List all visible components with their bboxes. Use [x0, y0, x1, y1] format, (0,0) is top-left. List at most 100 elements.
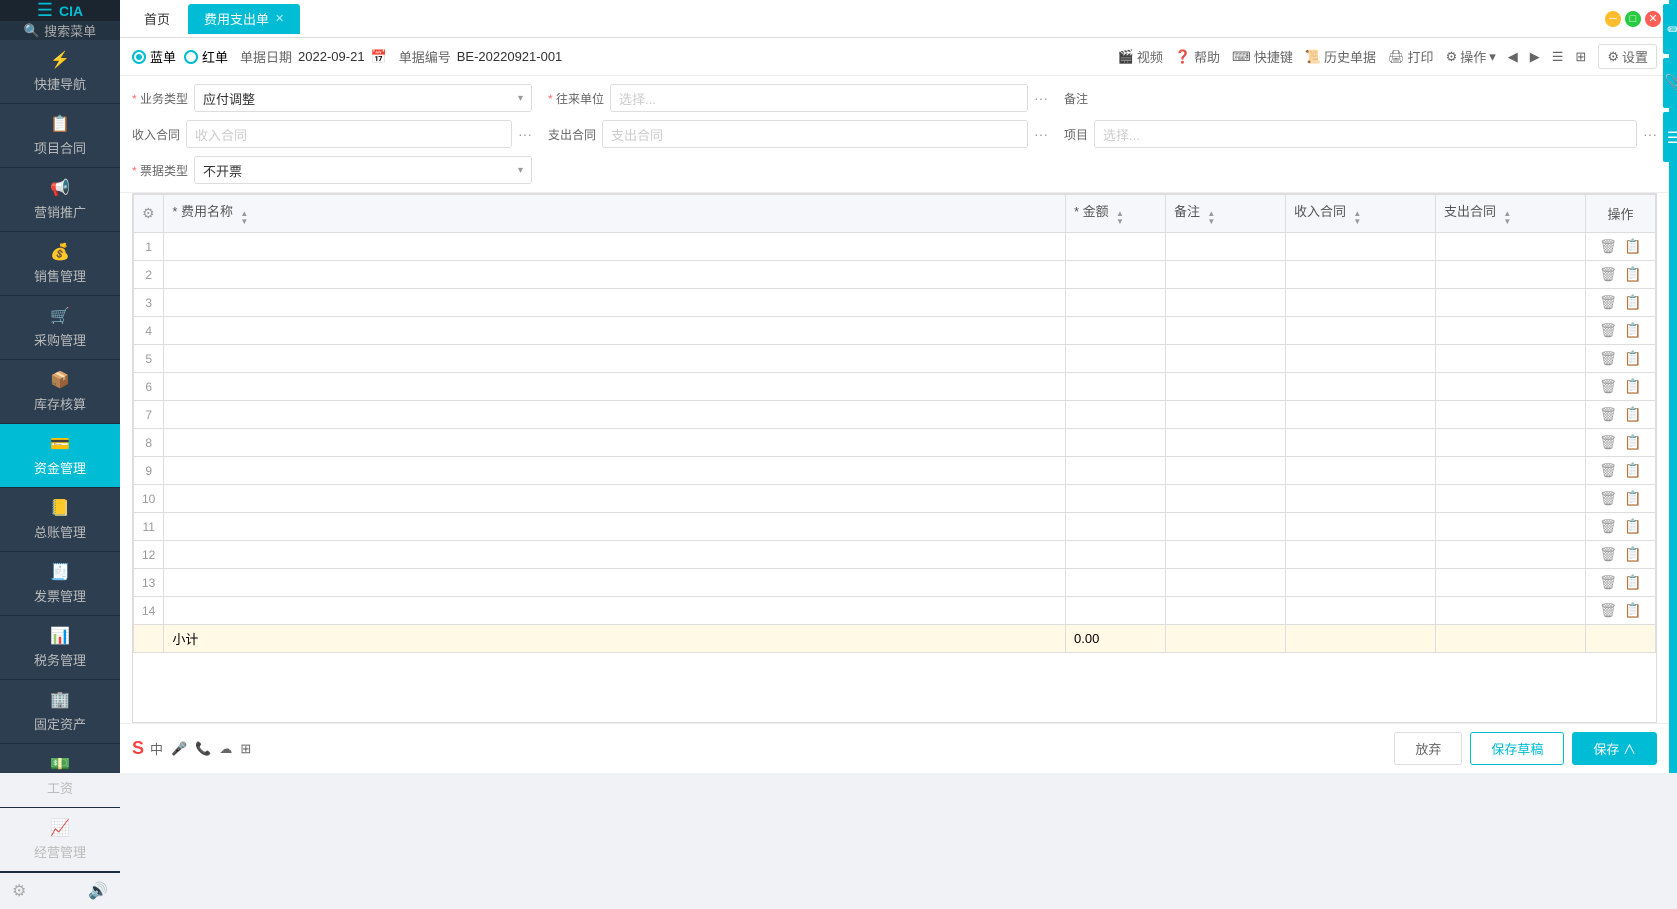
row-copy-6[interactable]: 📋: [1624, 378, 1641, 394]
sidebar-item-project-contract[interactable]: 📋 项目合同: [0, 104, 120, 168]
row-expense-contract-10[interactable]: [1436, 485, 1586, 513]
row-income-contract-10[interactable]: [1286, 485, 1436, 513]
row-expense-name-9[interactable]: [164, 457, 1066, 485]
sound-icon[interactable]: 🔊: [88, 881, 108, 901]
row-delete-7[interactable]: 🗑: [1599, 406, 1617, 422]
row-notes-9[interactable]: [1166, 457, 1286, 485]
row-copy-3[interactable]: 📋: [1624, 294, 1641, 310]
business-type-select[interactable]: 应付调整 ▾: [194, 84, 532, 112]
row-expense-name-2[interactable]: [164, 261, 1066, 289]
row-delete-4[interactable]: 🗑: [1599, 322, 1617, 338]
row-income-contract-12[interactable]: [1286, 541, 1436, 569]
row-amount-1[interactable]: [1066, 233, 1166, 261]
row-copy-2[interactable]: 📋: [1624, 266, 1641, 282]
row-expense-name-4[interactable]: [164, 317, 1066, 345]
row-income-contract-7[interactable]: [1286, 401, 1436, 429]
row-amount-4[interactable]: [1066, 317, 1166, 345]
row-notes-10[interactable]: [1166, 485, 1286, 513]
row-amount-12[interactable]: [1066, 541, 1166, 569]
row-notes-12[interactable]: [1166, 541, 1286, 569]
save-button[interactable]: 保存 ∧: [1572, 732, 1657, 765]
row-income-contract-14[interactable]: [1286, 597, 1436, 625]
row-delete-9[interactable]: 🗑: [1599, 462, 1617, 478]
table-gear-icon[interactable]: ⚙: [142, 205, 155, 221]
row-expense-name-6[interactable]: [164, 373, 1066, 401]
row-expense-contract-12[interactable]: [1436, 541, 1586, 569]
row-income-contract-2[interactable]: [1286, 261, 1436, 289]
row-notes-2[interactable]: [1166, 261, 1286, 289]
sidebar-item-inventory[interactable]: 📦 库存核算: [0, 360, 120, 424]
row-copy-12[interactable]: 📋: [1624, 546, 1641, 562]
settings-icon[interactable]: ⚙: [12, 881, 26, 901]
income-contract-input[interactable]: 收入合同: [186, 120, 512, 148]
save-draft-button[interactable]: 保存草稿: [1470, 732, 1564, 765]
row-income-contract-11[interactable]: [1286, 513, 1436, 541]
row-expense-name-13[interactable]: [164, 569, 1066, 597]
row-amount-11[interactable]: [1066, 513, 1166, 541]
row-expense-name-10[interactable]: [164, 485, 1066, 513]
sidebar-item-invoice[interactable]: 🧾 发票管理: [0, 552, 120, 616]
row-notes-11[interactable]: [1166, 513, 1286, 541]
row-expense-contract-2[interactable]: [1436, 261, 1586, 289]
counter-party-more[interactable]: ···: [1034, 90, 1048, 106]
project-more[interactable]: ···: [1643, 126, 1657, 142]
sidebar-item-capital[interactable]: 💳 资金管理: [0, 424, 120, 488]
row-notes-7[interactable]: [1166, 401, 1286, 429]
row-amount-3[interactable]: [1066, 289, 1166, 317]
row-copy-9[interactable]: 📋: [1624, 462, 1641, 478]
row-expense-contract-4[interactable]: [1436, 317, 1586, 345]
sort-amount[interactable]: ▲▼: [1116, 210, 1124, 226]
row-delete-6[interactable]: 🗑: [1599, 378, 1617, 394]
float-btn-1[interactable]: ✏: [1663, 4, 1677, 54]
row-notes-4[interactable]: [1166, 317, 1286, 345]
row-copy-13[interactable]: 📋: [1624, 574, 1641, 590]
row-copy-8[interactable]: 📋: [1624, 434, 1641, 450]
row-delete-12[interactable]: 🗑: [1599, 546, 1617, 562]
row-amount-13[interactable]: [1066, 569, 1166, 597]
row-amount-8[interactable]: [1066, 429, 1166, 457]
sidebar-item-purchase[interactable]: 🛒 采购管理: [0, 296, 120, 360]
row-expense-contract-3[interactable]: [1436, 289, 1586, 317]
row-income-contract-5[interactable]: [1286, 345, 1436, 373]
radio-red[interactable]: 红单: [184, 47, 228, 66]
row-amount-14[interactable]: [1066, 597, 1166, 625]
row-delete-1[interactable]: 🗑: [1599, 238, 1617, 254]
sort-income[interactable]: ▲▼: [1353, 210, 1361, 226]
history-btn[interactable]: 📜 历史单据: [1305, 47, 1376, 66]
row-copy-1[interactable]: 📋: [1624, 238, 1641, 254]
close-button[interactable]: ✕: [1645, 11, 1661, 27]
row-expense-contract-13[interactable]: [1436, 569, 1586, 597]
row-expense-name-8[interactable]: [164, 429, 1066, 457]
row-copy-10[interactable]: 📋: [1624, 490, 1641, 506]
row-copy-14[interactable]: 📋: [1624, 602, 1641, 618]
sidebar-item-tax[interactable]: 📊 税务管理: [0, 616, 120, 680]
row-income-contract-13[interactable]: [1286, 569, 1436, 597]
row-delete-8[interactable]: 🗑: [1599, 434, 1617, 450]
row-delete-2[interactable]: 🗑: [1599, 266, 1617, 282]
row-notes-6[interactable]: [1166, 373, 1286, 401]
row-income-contract-6[interactable]: [1286, 373, 1436, 401]
row-expense-contract-8[interactable]: [1436, 429, 1586, 457]
row-copy-7[interactable]: 📋: [1624, 406, 1641, 422]
minimize-button[interactable]: ─: [1605, 11, 1621, 27]
project-input[interactable]: 选择...: [1094, 120, 1637, 148]
expense-contract-more[interactable]: ···: [1034, 126, 1048, 142]
row-expense-contract-11[interactable]: [1436, 513, 1586, 541]
tab-expense[interactable]: 费用支出单 ✕: [188, 4, 300, 34]
row-delete-11[interactable]: 🗑: [1599, 518, 1617, 534]
video-btn[interactable]: 🎬 视频: [1118, 47, 1163, 66]
row-income-contract-9[interactable]: [1286, 457, 1436, 485]
sidebar-search[interactable]: 🔍 搜索菜单: [0, 21, 120, 40]
nav-next-btn[interactable]: ▶: [1530, 49, 1540, 65]
row-notes-14[interactable]: [1166, 597, 1286, 625]
mic-icon[interactable]: 🎤: [171, 741, 187, 757]
row-notes-8[interactable]: [1166, 429, 1286, 457]
sort-notes[interactable]: ▲▼: [1207, 210, 1215, 226]
row-expense-contract-9[interactable]: [1436, 457, 1586, 485]
row-notes-5[interactable]: [1166, 345, 1286, 373]
row-amount-6[interactable]: [1066, 373, 1166, 401]
float-btn-3[interactable]: ☰: [1663, 112, 1677, 162]
row-expense-name-5[interactable]: [164, 345, 1066, 373]
settings-button[interactable]: ⚙ 设置: [1598, 44, 1657, 69]
discard-button[interactable]: 放弃: [1394, 732, 1462, 765]
